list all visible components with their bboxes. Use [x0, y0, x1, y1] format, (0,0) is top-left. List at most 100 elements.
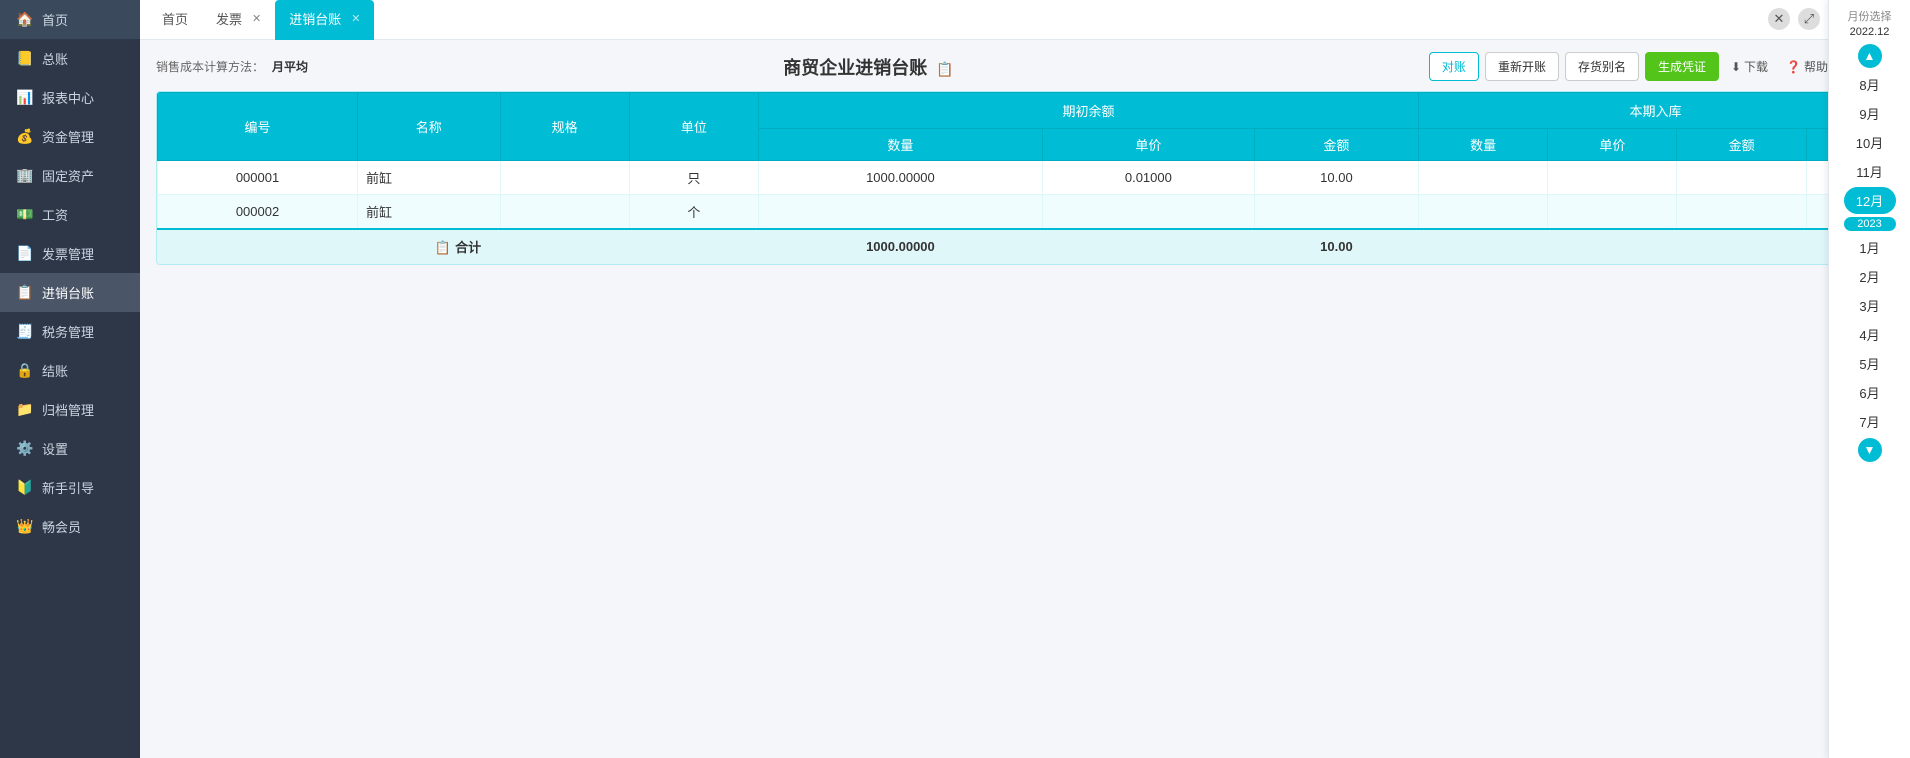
- sidebar-item-reports[interactable]: 📊 报表中心: [0, 78, 140, 117]
- help-button[interactable]: ❓ 帮助: [1780, 54, 1834, 79]
- sidebar-item-funds[interactable]: 💰 资金管理: [0, 117, 140, 156]
- cell-init-price: 0.01000: [1042, 161, 1254, 195]
- member-icon: 👑: [16, 518, 34, 535]
- sidebar-item-salary[interactable]: 💵 工资: [0, 195, 140, 234]
- sidebar-item-label: 归档管理: [42, 400, 94, 419]
- col-header-name: 名称: [358, 93, 500, 161]
- cell-in-qty: [1419, 195, 1548, 230]
- sidebar-item-tax[interactable]: 🧾 税务管理: [0, 312, 140, 351]
- cell-name: 前缸: [358, 161, 500, 195]
- cell-init-amount: [1254, 195, 1418, 230]
- cell-spec: [500, 195, 629, 230]
- sidebar-item-close[interactable]: 🔒 结账: [0, 351, 140, 390]
- content-area: 销售成本计算方法： 月平均 商贸企业进销台账 📋 对账 重新开账 存货别名 生成…: [140, 40, 1910, 758]
- cell-in-amount: [1677, 161, 1806, 195]
- maximize-window-button[interactable]: ⤢: [1798, 8, 1820, 30]
- tab-bar: 首页 发票 ✕ 进销台账 ✕: [140, 0, 1910, 40]
- info-icon[interactable]: 📋: [936, 61, 953, 77]
- reconcile-button[interactable]: 对账: [1429, 52, 1479, 81]
- cell-id: 000002: [158, 195, 358, 230]
- month-item-9[interactable]: 9月: [1844, 100, 1896, 127]
- month-item-2[interactable]: 2月: [1844, 263, 1896, 290]
- sidebar-item-settings[interactable]: ⚙️ 设置: [0, 429, 140, 468]
- cell-in-price: [1548, 161, 1677, 195]
- main-table-wrap: 编号 名称 规格 单位 期初余额 本期入库 数量 单价 金额 数量 单价 金额: [156, 91, 1894, 265]
- reopen-button[interactable]: 重新开账: [1485, 52, 1559, 81]
- cell-total-in-qty: [1419, 229, 1548, 264]
- download-icon: ⬇: [1731, 60, 1741, 74]
- sidebar-item-label: 畅会员: [42, 517, 81, 536]
- cell-id: 000001: [158, 161, 358, 195]
- save-alias-button[interactable]: 存货别名: [1565, 52, 1639, 81]
- funds-icon: 💰: [16, 128, 34, 145]
- content-header: 销售成本计算方法： 月平均 商贸企业进销台账 📋 对账 重新开账 存货别名 生成…: [156, 52, 1894, 81]
- reports-icon: 📊: [16, 89, 34, 106]
- cell-name: 前缸: [358, 195, 500, 230]
- cell-total-label: 📋合计: [158, 229, 759, 264]
- tab-purchase-sales[interactable]: 进销台账 ✕: [275, 0, 374, 40]
- tab-home[interactable]: 首页: [148, 0, 202, 40]
- tab-purchase-sales-label: 进销台账: [289, 9, 341, 28]
- window-controls: ✕ ⤢: [1768, 8, 1820, 30]
- download-button[interactable]: ⬇ 下载: [1725, 54, 1774, 79]
- toolbar: 对账 重新开账 存货别名 生成凭证 ⬇ 下载 ❓ 帮助 🔄 刷新: [1429, 52, 1894, 81]
- sidebar-item-assets[interactable]: 🏢 固定资产: [0, 156, 140, 195]
- tab-invoice[interactable]: 发票 ✕: [202, 0, 275, 40]
- sidebar-item-label: 首页: [42, 10, 68, 29]
- cell-unit: 个: [629, 195, 758, 230]
- col-header-init-price: 单价: [1042, 129, 1254, 161]
- cell-init-amount: 10.00: [1254, 161, 1418, 195]
- table-row: 000002 前缸 个: [158, 195, 1893, 230]
- ledger-icon: 📒: [16, 50, 34, 67]
- sidebar-item-label: 新手引导: [42, 478, 94, 497]
- tab-invoice-close[interactable]: ✕: [252, 12, 261, 25]
- month-item-4[interactable]: 4月: [1844, 321, 1896, 348]
- purchase-sales-icon: 📋: [16, 284, 34, 301]
- month-nav-down[interactable]: ▼: [1858, 438, 1882, 462]
- sidebar: 🏠 首页 📒 总账 📊 报表中心 💰 资金管理 🏢 固定资产 💵 工资 📄 发票…: [0, 0, 140, 758]
- table-total-row: 📋合计 1000.00000 10.00: [158, 229, 1893, 264]
- month-item-10[interactable]: 10月: [1844, 129, 1896, 156]
- tab-purchase-sales-close[interactable]: ✕: [351, 12, 360, 25]
- settings-icon: ⚙️: [16, 440, 34, 457]
- month-item-8[interactable]: 8月: [1844, 71, 1896, 98]
- invoice-mgmt-icon: 📄: [16, 245, 34, 262]
- sidebar-item-ledger[interactable]: 📒 总账: [0, 39, 140, 78]
- month-nav-up[interactable]: ▲: [1858, 44, 1882, 68]
- tab-home-label: 首页: [162, 9, 188, 28]
- sidebar-item-label: 资金管理: [42, 127, 94, 146]
- month-item-3[interactable]: 3月: [1844, 292, 1896, 319]
- col-header-init-qty: 数量: [759, 129, 1043, 161]
- cell-total-init-amount: 10.00: [1254, 229, 1418, 264]
- table-row: 000001 前缸 只 1000.00000 0.01000 10.00: [158, 161, 1893, 195]
- sidebar-item-home[interactable]: 🏠 首页: [0, 0, 140, 39]
- sidebar-item-invoice-mgmt[interactable]: 📄 发票管理: [0, 234, 140, 273]
- month-panel-title: 月份选择: [1848, 8, 1892, 24]
- sidebar-item-label: 设置: [42, 439, 68, 458]
- sidebar-item-label: 报表中心: [42, 88, 94, 107]
- cell-init-price: [1042, 195, 1254, 230]
- month-item-11[interactable]: 11月: [1844, 158, 1896, 185]
- sidebar-item-label: 工资: [42, 205, 68, 224]
- cost-method-value: 月平均: [272, 58, 308, 75]
- month-item-12[interactable]: 12月: [1844, 187, 1896, 214]
- guide-icon: 🔰: [16, 479, 34, 496]
- col-header-this-period-in: 本期入库: [1419, 93, 1893, 129]
- sidebar-item-guide[interactable]: 🔰 新手引导: [0, 468, 140, 507]
- col-header-init-amount: 金额: [1254, 129, 1418, 161]
- month-item-7[interactable]: 7月: [1844, 408, 1896, 435]
- sidebar-item-archive[interactable]: 📁 归档管理: [0, 390, 140, 429]
- month-item-1[interactable]: 1月: [1844, 234, 1896, 261]
- sidebar-item-label: 进销台账: [42, 283, 94, 302]
- cell-total-init-qty: 1000.00000: [759, 229, 1043, 264]
- close-window-button[interactable]: ✕: [1768, 8, 1790, 30]
- sidebar-item-purchase-sales[interactable]: 📋 进销台账: [0, 273, 140, 312]
- sidebar-item-member[interactable]: 👑 畅会员: [0, 507, 140, 546]
- month-item-6[interactable]: 6月: [1844, 379, 1896, 406]
- table-header-row-1: 编号 名称 规格 单位 期初余额 本期入库: [158, 93, 1893, 129]
- col-header-initial-balance: 期初余额: [759, 93, 1419, 129]
- month-item-5[interactable]: 5月: [1844, 350, 1896, 377]
- cell-in-price: [1548, 195, 1677, 230]
- col-header-id: 编号: [158, 93, 358, 161]
- generate-voucher-button[interactable]: 生成凭证: [1645, 52, 1719, 81]
